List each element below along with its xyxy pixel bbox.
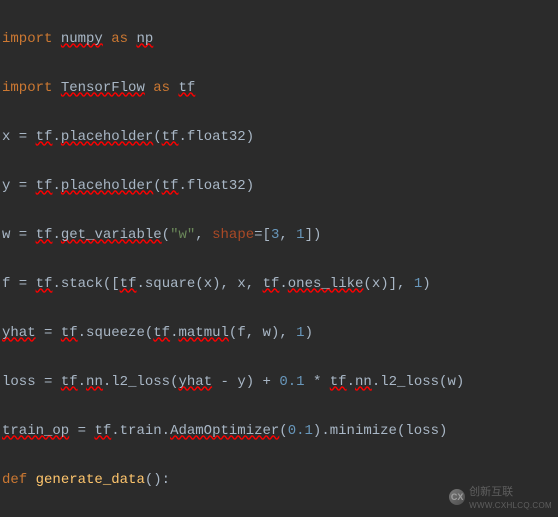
keyword-as: as xyxy=(153,80,170,96)
type-float32: float32 xyxy=(187,178,246,194)
fn-square: square xyxy=(145,276,195,292)
code-line: import TensorFlow as tf xyxy=(0,76,558,101)
watermark-icon: CX xyxy=(449,489,465,505)
ref-tf: tf xyxy=(61,325,78,341)
code-line: x = tf.placeholder(tf.float32) xyxy=(0,125,558,150)
keyword-as: as xyxy=(111,31,128,47)
code-line: loss = tf.nn.l2_loss(yhat - y) + 0.1 * t… xyxy=(0,370,558,395)
fn-matmul: matmul xyxy=(178,325,228,341)
ref-tf: tf xyxy=(263,276,280,292)
keyword-import: import xyxy=(2,80,52,96)
num-0-1: 0.1 xyxy=(279,374,304,390)
fn-l2-loss: l2_loss xyxy=(111,374,170,390)
fn-minimize: minimize xyxy=(330,423,397,439)
num-1: 1 xyxy=(296,325,304,341)
code-editor[interactable]: import numpy as np import TensorFlow as … xyxy=(0,0,558,517)
param-shape: shape xyxy=(212,227,254,243)
watermark: CX 创新互联 WWW.CXHLCQ.COM xyxy=(449,483,552,511)
module-numpy: numpy xyxy=(61,31,103,47)
num-0-1: 0.1 xyxy=(288,423,313,439)
eq: = xyxy=(10,129,35,145)
fn-ones-like: ones_like xyxy=(288,276,364,292)
keyword-import: import xyxy=(2,31,52,47)
ref-tf: tf xyxy=(120,276,137,292)
fn-squeeze: squeeze xyxy=(86,325,145,341)
code-line: w = tf.get_variable("w", shape=[3, 1]) xyxy=(0,223,558,248)
var-yhat: yhat xyxy=(2,325,36,341)
ref-tf: tf xyxy=(330,374,347,390)
ref-tf: tf xyxy=(36,129,53,145)
ref-tf: tf xyxy=(36,276,53,292)
var-loss: loss xyxy=(2,374,36,390)
fn-placeholder: placeholder xyxy=(61,178,153,194)
alias-tf: tf xyxy=(178,80,195,96)
ref-tf: tf xyxy=(153,325,170,341)
string-w: "w" xyxy=(170,227,195,243)
ref-nn: nn xyxy=(86,374,103,390)
ref-tf: tf xyxy=(94,423,111,439)
code-line: y = tf.placeholder(tf.float32) xyxy=(0,174,558,199)
keyword-def: def xyxy=(2,472,27,488)
module-tensorflow: TensorFlow xyxy=(61,80,145,96)
ref-tf: tf xyxy=(162,178,179,194)
fn-stack: stack xyxy=(61,276,103,292)
def-generate-data: generate_data xyxy=(36,472,145,488)
ref-tf: tf xyxy=(36,178,53,194)
code-line: train_op = tf.train.AdamOptimizer(0.1).m… xyxy=(0,419,558,444)
ref-tf: tf xyxy=(162,129,179,145)
code-line: f = tf.stack([tf.square(x), x, tf.ones_l… xyxy=(0,272,558,297)
num-1: 1 xyxy=(414,276,422,292)
fn-l2-loss: l2_loss xyxy=(380,374,439,390)
fn-adam: AdamOptimizer xyxy=(170,423,279,439)
num-1: 1 xyxy=(296,227,304,243)
ref-tf: tf xyxy=(61,374,78,390)
code-line: import numpy as np xyxy=(0,27,558,52)
alias-np: np xyxy=(136,31,153,47)
ref-tf: tf xyxy=(36,227,53,243)
watermark-text: 创新互联 WWW.CXHLCQ.COM xyxy=(469,483,552,511)
type-float32: float32 xyxy=(187,129,246,145)
code-line: yhat = tf.squeeze(tf.matmul(f, w), 1) xyxy=(0,321,558,346)
attr-train: train xyxy=(120,423,162,439)
var-train-op: train_op xyxy=(2,423,69,439)
fn-get-variable: get_variable xyxy=(61,227,162,243)
ref-nn: nn xyxy=(355,374,372,390)
fn-placeholder: placeholder xyxy=(61,129,153,145)
